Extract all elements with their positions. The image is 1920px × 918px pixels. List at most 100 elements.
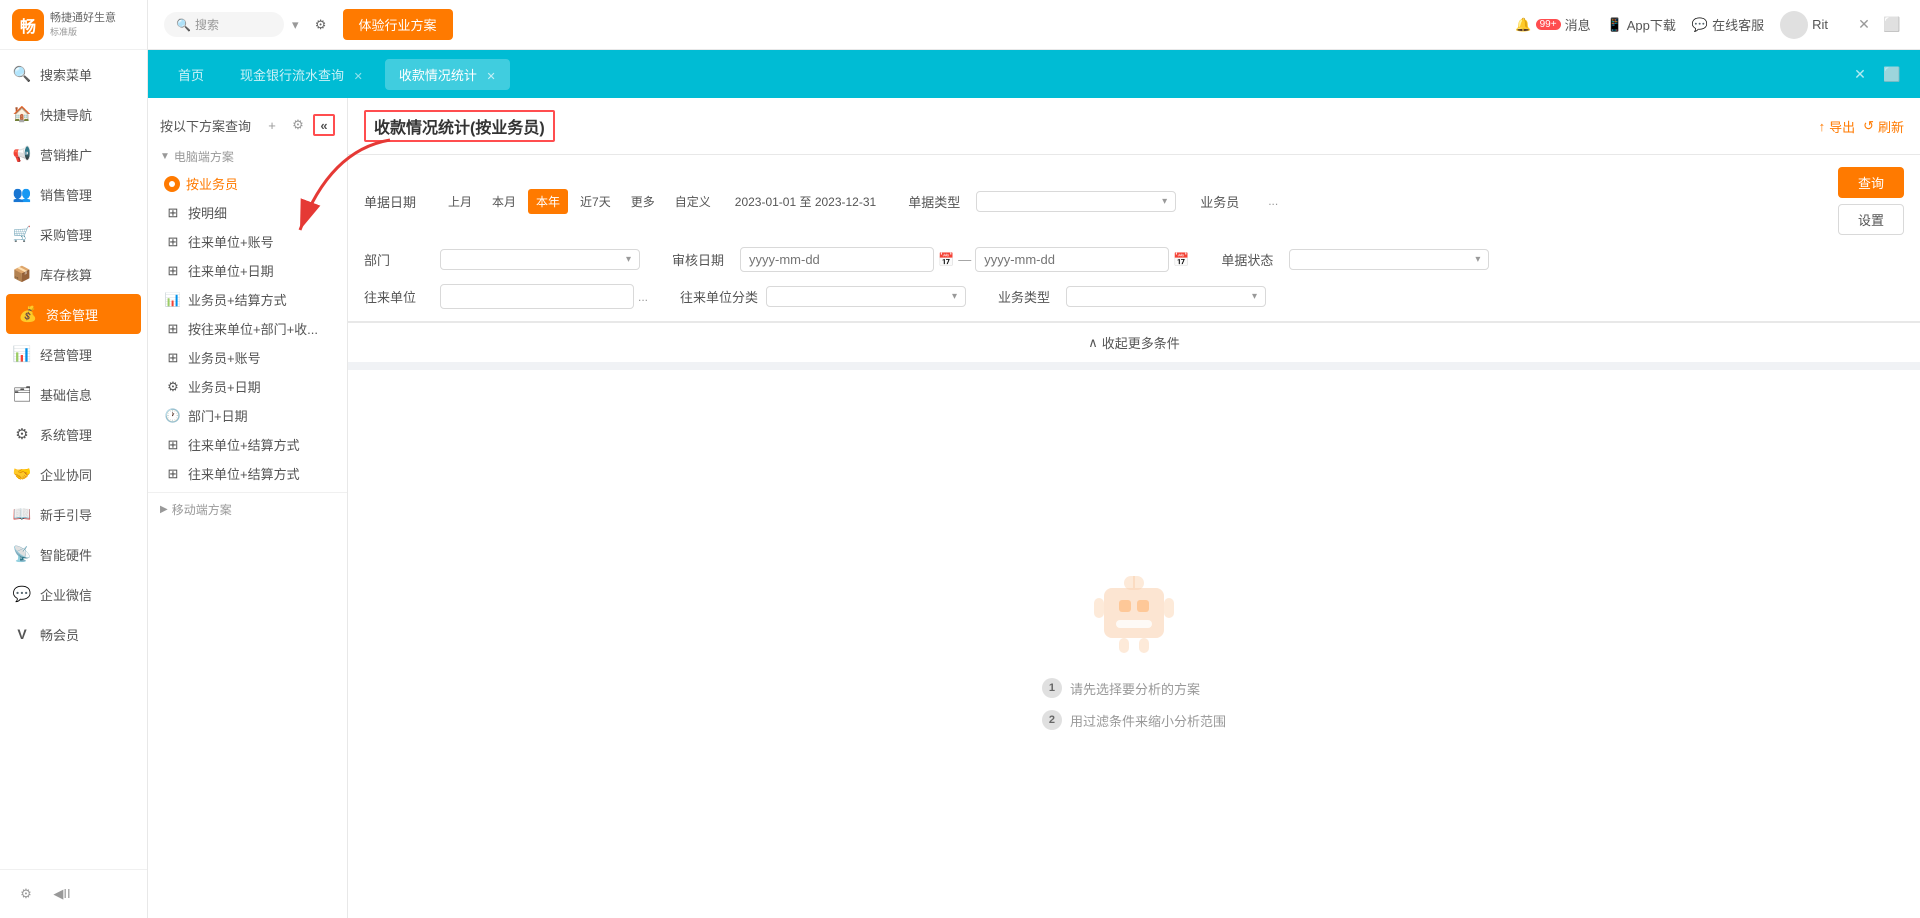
page-content: 按以下方案查询 + ⚙ « ▼ 电脑端方案 按业务员 ⊞ 按明细 (148, 98, 1920, 918)
tree-item-salesman-settle[interactable]: 📊 业务员+结算方式 (148, 285, 347, 314)
sidebar-item-sales[interactable]: 👥 销售管理 (0, 174, 147, 214)
detail-icon: ⊞ (164, 204, 182, 222)
content-expand-btn[interactable]: ⬜ (1880, 62, 1904, 86)
calendar-icon-from[interactable]: 📅 (938, 252, 954, 268)
date-btn-last7[interactable]: 近7天 (572, 189, 619, 214)
doc-status-select[interactable]: ▾ (1289, 249, 1489, 270)
settings-button[interactable]: 设置 (1838, 204, 1904, 235)
audit-date-from[interactable] (740, 247, 934, 272)
date-range-display: 2023-01-01 至 2023-12-31 (735, 193, 876, 210)
tree-item-counterpart-date[interactable]: ⊞ 往来单位+日期 (148, 256, 347, 285)
sidebar-item-system[interactable]: ⚙ 系统管理 (0, 414, 147, 454)
marketing-icon: 📢 (12, 144, 32, 164)
sidebar-item-hardware[interactable]: 📡 智能硬件 (0, 534, 147, 574)
doc-type-select[interactable]: ▾ (976, 191, 1176, 212)
date-btn-this-year[interactable]: 本年 (528, 189, 568, 214)
dept-select[interactable]: ▾ (440, 249, 640, 270)
counterpart-category-select[interactable]: ▾ (766, 286, 966, 307)
nav-tab-receipt-stat[interactable]: 收款情况统计 ✕ (385, 59, 510, 90)
win-close-btn[interactable]: ✕ (1852, 13, 1876, 37)
counterpart-input[interactable] (440, 284, 634, 309)
biz-type-filter: 业务类型 ▾ (998, 286, 1266, 307)
counterpart-settle2-icon: ⊞ (164, 465, 182, 483)
online-service-btn[interactable]: 💬 在线客服 (1692, 15, 1764, 34)
close-bank-flow-tab[interactable]: ✕ (354, 71, 363, 83)
biz-type-select[interactable]: ▾ (1066, 286, 1266, 307)
app-download-btn[interactable]: 📱 App下载 (1607, 15, 1676, 34)
win-maximize-btn[interactable]: ⬜ (1880, 13, 1904, 37)
tree-item-dept-date[interactable]: 🕐 部门+日期 (148, 401, 347, 430)
collapse-btn[interactable]: ∧ 收起更多条件 (1088, 333, 1180, 352)
sidebar-item-operation[interactable]: 📊 经营管理 (0, 334, 147, 374)
counterpart-more-btn[interactable]: ... (638, 290, 648, 304)
nav-tab-home[interactable]: 首页 (164, 59, 218, 90)
tree-item-label-counterpart-dept-collect: 按往来单位+部门+收... (188, 319, 318, 338)
topbar-gear-icon[interactable]: ⚙ (307, 11, 335, 39)
dropdown-arrow[interactable]: ▾ (292, 17, 299, 33)
add-scheme-btn[interactable]: + (261, 114, 283, 136)
logo-icon: 畅 (12, 9, 44, 41)
salesman-more-btn[interactable]: ... (1268, 194, 1278, 208)
mobile-section-label: 移动端方案 (172, 501, 232, 518)
search-box[interactable]: 🔍 搜索 (164, 12, 284, 37)
refresh-btn[interactable]: ↺ 刷新 (1863, 117, 1904, 136)
sidebar-item-wechat[interactable]: 💬 企业微信 (0, 574, 147, 614)
audit-date-filter: 审核日期 📅 — 📅 (672, 247, 1189, 272)
right-content: 收款情况统计(按业务员) ↑ 导出 ↺ 刷新 单据日期 (348, 98, 1920, 918)
date-btn-custom[interactable]: 自定义 (667, 189, 719, 214)
tree-item-counterpart-account[interactable]: ⊞ 往来单位+账号 (148, 227, 347, 256)
calendar-icon-to[interactable]: 📅 (1173, 252, 1189, 268)
query-button[interactable]: 查询 (1838, 167, 1904, 198)
nav-tab-bank-flow[interactable]: 现金银行流水查询 ✕ (226, 59, 377, 90)
export-btn[interactable]: ↑ 导出 (1819, 117, 1856, 136)
sidebar-item-enterprise[interactable]: 🤝 企业协同 (0, 454, 147, 494)
trial-button[interactable]: 体验行业方案 (343, 9, 453, 40)
date-btn-this-month[interactable]: 本月 (484, 189, 524, 214)
tree-section-desktop[interactable]: ▼ 电脑端方案 (148, 144, 347, 169)
tree-item-salesman-account[interactable]: ⊞ 业务员+账号 (148, 343, 347, 372)
tree-item-counterpart-settle1[interactable]: ⊞ 往来单位+结算方式 (148, 430, 347, 459)
tree-item-label-salesman-account: 业务员+账号 (188, 348, 261, 367)
wechat-icon: 💬 (12, 584, 32, 604)
collapse-more-bar[interactable]: ∧ 收起更多条件 (348, 322, 1920, 362)
search-icon-small: 🔍 (176, 18, 191, 32)
tree-item-by-salesman[interactable]: 按业务员 (148, 169, 347, 198)
tree-item-label-by-detail: 按明细 (188, 203, 227, 222)
counterpart-category-filter: 往来单位分类 ▾ (680, 286, 966, 307)
date-dash: — (958, 252, 971, 267)
tree-item-by-detail[interactable]: ⊞ 按明细 (148, 198, 347, 227)
scheme-settings-btn[interactable]: ⚙ (287, 114, 309, 136)
content-close-btn[interactable]: ✕ (1848, 62, 1872, 86)
page-title: 收款情况统计(按业务员) (364, 110, 555, 142)
sidebar-collapse-btn[interactable]: ◀II (48, 880, 76, 908)
date-btn-more[interactable]: 更多 (623, 189, 663, 214)
search-placeholder-text: 搜索 (195, 16, 219, 33)
counterpart-dept-icon: ⊞ (164, 320, 182, 338)
close-receipt-stat-tab[interactable]: ✕ (487, 71, 496, 83)
sales-icon: 👥 (12, 184, 32, 204)
tree-section-mobile[interactable]: ▶ 移动端方案 (148, 497, 347, 522)
sidebar-item-inventory[interactable]: 📦 库存核算 (0, 254, 147, 294)
tree-item-counterpart-dept-collect[interactable]: ⊞ 按往来单位+部门+收... (148, 314, 347, 343)
sidebar-item-quicknav[interactable]: 🏠 快捷导航 (0, 94, 147, 134)
sidebar: 畅 畅捷通好生意 标准版 🔍 搜索菜单 🏠 快捷导航 📢 营销推广 👥 销售管理… (0, 0, 148, 918)
sidebar-item-marketing[interactable]: 📢 营销推广 (0, 134, 147, 174)
sidebar-item-guide[interactable]: 📖 新手引导 (0, 494, 147, 534)
sidebar-item-purchase[interactable]: 🛒 采购管理 (0, 214, 147, 254)
date-btn-last-month[interactable]: 上月 (440, 189, 480, 214)
sidebar-settings-btn[interactable]: ⚙ (12, 880, 40, 908)
sidebar-item-search[interactable]: 🔍 搜索菜单 (0, 54, 147, 94)
doc-type-filter: 单据类型 ▾ (908, 191, 1176, 212)
notification-btn[interactable]: 🔔 99+ 消息 (1515, 15, 1590, 34)
counterpart-category-arrow: ▾ (952, 291, 957, 302)
logo-edition: 标准版 (50, 25, 116, 38)
sidebar-item-member[interactable]: V 畅会员 (0, 614, 147, 654)
sidebar-item-finance[interactable]: 💰 资金管理 (6, 294, 141, 334)
tree-item-salesman-date[interactable]: ⚙ 业务员+日期 (148, 372, 347, 401)
sidebar-item-basic[interactable]: 🗂 基础信息 (0, 374, 147, 414)
collapse-panel-btn[interactable]: « (313, 114, 335, 136)
audit-date-to[interactable] (975, 247, 1169, 272)
user-btn[interactable]: Rit (1780, 11, 1828, 39)
tree-item-counterpart-settle2[interactable]: ⊞ 往来单位+结算方式 (148, 459, 347, 488)
salesman-date-icon: ⚙ (164, 378, 182, 396)
